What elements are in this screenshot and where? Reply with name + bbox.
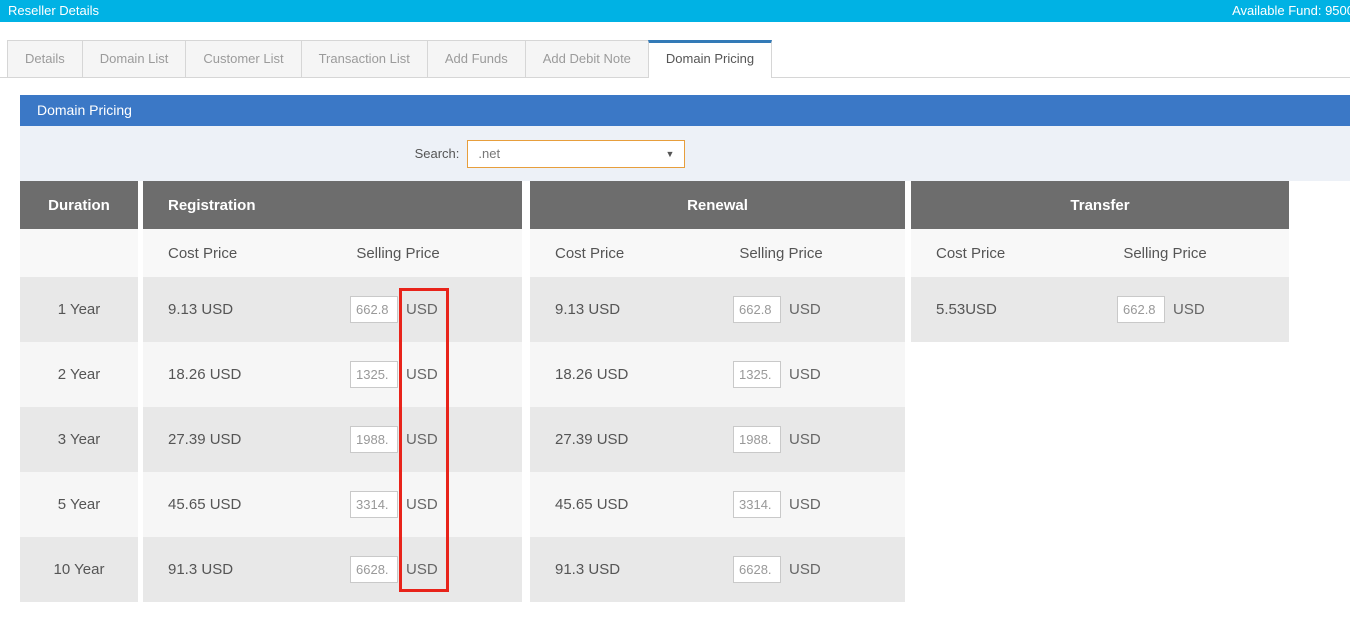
cost-price-value: 18.26 USD — [168, 366, 242, 383]
currency-label: USD — [1173, 301, 1205, 318]
selling-price-header: Selling Price — [1123, 244, 1207, 262]
tab-domain-list[interactable]: Domain List — [81, 40, 186, 77]
cost-price-value: 18.26 USD — [555, 366, 629, 383]
cost-price-value: 45.65 USD — [168, 496, 242, 513]
currency-label: USD — [406, 496, 438, 513]
table-row: 45.65 USD USD — [143, 472, 522, 537]
tab-add-funds[interactable]: Add Funds — [426, 40, 525, 77]
currency-label: USD — [789, 301, 821, 318]
search-label: Search: — [414, 146, 460, 161]
transfer-subheader: Cost Price Selling Price — [911, 229, 1289, 277]
duration-column: Duration 1 Year 2 Year 3 Year 5 Year 10 … — [20, 181, 138, 602]
selling-price-input[interactable] — [733, 296, 781, 323]
tab-details[interactable]: Details — [7, 40, 82, 77]
panel-header: Domain Pricing — [20, 95, 1350, 126]
table-row: 45.65 USD USD — [530, 472, 905, 537]
table-row: 91.3 USD USD — [143, 537, 522, 602]
cost-price-value: 91.3 USD — [168, 561, 234, 578]
search-row: Search: .net ▼ — [20, 126, 1350, 181]
registration-group: Registration Cost Price Selling Price 9.… — [143, 181, 522, 602]
cost-price-value: 45.65 USD — [555, 496, 629, 513]
renewal-group: Renewal Cost Price Selling Price 9.13 US… — [530, 181, 905, 602]
selling-price-input[interactable] — [733, 361, 781, 388]
table-row: 5.53USD USD — [911, 277, 1289, 342]
duration-header: Duration — [20, 181, 138, 229]
cost-price-header: Cost Price — [168, 244, 238, 262]
chevron-down-icon: ▼ — [665, 148, 675, 159]
selling-price-input[interactable] — [350, 491, 398, 518]
currency-label: USD — [406, 561, 438, 578]
selling-price-input[interactable] — [1117, 296, 1165, 323]
duration-cell: 3 Year — [20, 407, 138, 472]
cost-price-value: 27.39 USD — [555, 431, 629, 448]
table-row: 9.13 USD USD — [143, 277, 522, 342]
selling-price-input[interactable] — [733, 426, 781, 453]
registration-header: Registration — [143, 181, 522, 229]
cost-price-header: Cost Price — [555, 244, 625, 262]
renewal-subheader: Cost Price Selling Price — [530, 229, 905, 277]
currency-label: USD — [789, 561, 821, 578]
table-row: 18.26 USD USD — [143, 342, 522, 407]
available-fund-label: Available Fund: 9500 — [1232, 3, 1350, 18]
tab-add-debit-note[interactable]: Add Debit Note — [524, 40, 648, 77]
table-row: 18.26 USD USD — [530, 342, 905, 407]
cost-price-value: 27.39 USD — [168, 431, 242, 448]
tab-customer-list[interactable]: Customer List — [185, 40, 301, 77]
page-title: Reseller Details — [8, 3, 100, 18]
transfer-group: Transfer Cost Price Selling Price 5.53US… — [911, 181, 1289, 342]
duration-subheader-empty — [20, 229, 138, 277]
search-select-value: .net — [478, 146, 501, 161]
top-bar: Reseller Details Available Fund: 9500 — [0, 0, 1350, 22]
currency-label: USD — [406, 301, 438, 318]
currency-label: USD — [789, 496, 821, 513]
reseller-details-page: Reseller Details Available Fund: 9500 De… — [0, 0, 1350, 625]
tab-bar: Details Domain List Customer List Transa… — [0, 40, 1350, 78]
duration-cell: 1 Year — [20, 277, 138, 342]
currency-label: USD — [406, 366, 438, 383]
selling-price-input[interactable] — [350, 296, 398, 323]
table-row: 27.39 USD USD — [143, 407, 522, 472]
duration-cell: 5 Year — [20, 472, 138, 537]
table-row: 91.3 USD USD — [530, 537, 905, 602]
registration-subheader: Cost Price Selling Price — [143, 229, 522, 277]
tab-transaction-list[interactable]: Transaction List — [300, 40, 427, 77]
currency-label: USD — [789, 366, 821, 383]
search-select[interactable]: .net ▼ — [467, 139, 686, 168]
selling-price-input[interactable] — [350, 361, 398, 388]
table-row: 9.13 USD USD — [530, 277, 905, 342]
transfer-header: Transfer — [911, 181, 1289, 229]
selling-price-header: Selling Price — [356, 244, 440, 262]
duration-cell: 10 Year — [20, 537, 138, 602]
cost-price-value: 91.3 USD — [555, 561, 621, 578]
table-row: 27.39 USD USD — [530, 407, 905, 472]
cost-price-header: Cost Price — [936, 244, 1006, 262]
selling-price-header: Selling Price — [739, 244, 823, 262]
renewal-header: Renewal — [530, 181, 905, 229]
domain-pricing-table: Duration 1 Year 2 Year 3 Year 5 Year 10 … — [20, 181, 1289, 602]
selling-price-input[interactable] — [733, 491, 781, 518]
tab-domain-pricing[interactable]: Domain Pricing — [647, 40, 773, 78]
selling-price-input[interactable] — [350, 556, 398, 583]
currency-label: USD — [406, 431, 438, 448]
cost-price-value: 5.53USD — [936, 301, 997, 318]
duration-cell: 2 Year — [20, 342, 138, 407]
currency-label: USD — [789, 431, 821, 448]
cost-price-value: 9.13 USD — [555, 301, 621, 318]
selling-price-input[interactable] — [350, 426, 398, 453]
selling-price-input[interactable] — [733, 556, 781, 583]
cost-price-value: 9.13 USD — [168, 301, 234, 318]
